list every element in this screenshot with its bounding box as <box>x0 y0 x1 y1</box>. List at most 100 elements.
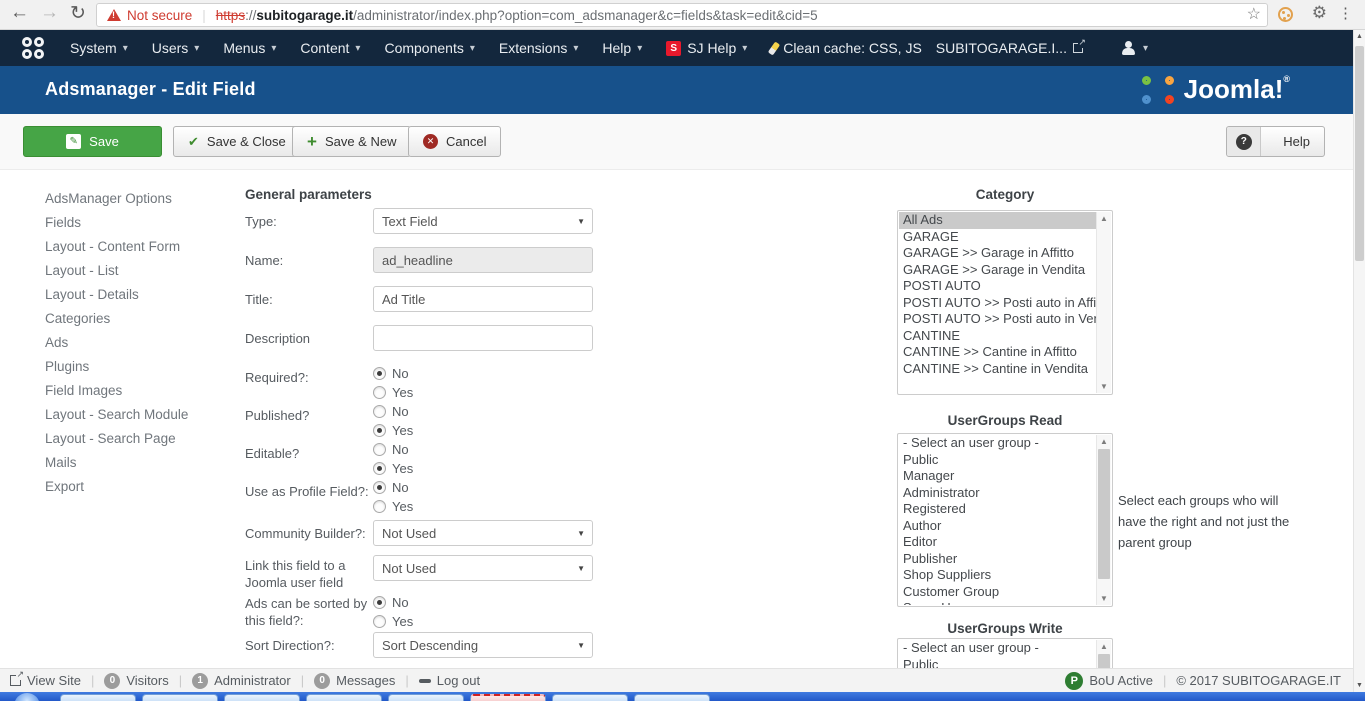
sidebar-item[interactable]: Fields <box>45 211 235 235</box>
type-select[interactable]: Text Field ▼ <box>373 208 593 234</box>
listbox-option[interactable]: - Select an user group - <box>899 435 1096 452</box>
listbox-scrollbar[interactable]: ▲ ▼ <box>1096 212 1111 393</box>
topnav-menu-item[interactable]: Extensions ▾ <box>487 30 591 66</box>
scroll-up-icon[interactable]: ▲ <box>1097 437 1111 446</box>
listbox-option[interactable]: POSTI AUTO >> Posti auto in Affitto <box>899 295 1096 312</box>
cancel-button[interactable]: ✕ Cancel <box>408 126 502 157</box>
view-site-link[interactable]: View Site <box>0 669 91 688</box>
sortable-yes-radio[interactable] <box>373 615 386 628</box>
listbox-option[interactable]: - Select an user group - <box>899 640 1096 657</box>
sidebar-item[interactable]: Field Images <box>45 379 235 403</box>
listbox-option[interactable]: Administrator <box>899 485 1096 502</box>
scroll-up-icon[interactable]: ▲ <box>1097 642 1111 651</box>
scrollbar-thumb[interactable] <box>1355 46 1364 261</box>
taskbar-button[interactable] <box>388 694 464 701</box>
sidebar-item[interactable]: Mails <box>45 451 235 475</box>
listbox-option[interactable]: CANTINE >> Cantine in Affitto <box>899 344 1096 361</box>
site-preview-link[interactable]: SUBITOGARAGE.I... <box>924 30 1095 66</box>
community-builder-select[interactable]: Not Used ▼ <box>373 520 593 546</box>
scrollbar-thumb[interactable] <box>1098 654 1110 668</box>
listbox-option[interactable]: All Ads <box>899 212 1096 229</box>
save-button[interactable]: ✎ Save <box>23 126 162 157</box>
usergroups-read-listbox[interactable]: - Select an user group - Public Manager Adm… <box>897 433 1113 607</box>
save-new-button[interactable]: + Save & New <box>292 126 412 157</box>
topnav-menu-item[interactable]: Users ▾ <box>140 30 212 66</box>
listbox-option[interactable]: GARAGE >> Garage in Affitto <box>899 245 1096 262</box>
required-yes-radio[interactable] <box>373 386 386 399</box>
listbox-option[interactable]: Manager <box>899 468 1096 485</box>
taskbar-button[interactable] <box>306 694 382 701</box>
sidebar-item[interactable]: Layout - List <box>45 259 235 283</box>
listbox-option[interactable]: Author <box>899 518 1096 535</box>
bookmark-star-icon[interactable]: ☆ <box>1247 4 1261 24</box>
back-icon[interactable]: ← <box>10 2 29 24</box>
profile-yes-radio[interactable] <box>373 500 386 513</box>
user-menu[interactable]: ▾ <box>1109 30 1160 66</box>
topnav-menu-item[interactable]: Help ▾ <box>590 30 654 66</box>
listbox-option[interactable]: GARAGE >> Garage in Vendita <box>899 262 1096 279</box>
topnav-menu-item[interactable]: Components ▾ <box>372 30 486 66</box>
sj-help-menu[interactable]: S SJ Help ▾ <box>654 30 759 66</box>
taskbar-button[interactable] <box>634 694 710 701</box>
listbox-option[interactable]: CANTINE <box>899 328 1096 345</box>
sidebar-item[interactable]: Ads <box>45 331 235 355</box>
administrator-status[interactable]: 1 Administrator <box>182 672 301 689</box>
joomla-user-field-select[interactable]: Not Used ▼ <box>373 555 593 581</box>
listbox-option[interactable]: CANTINE >> Cantine in Vendita <box>899 361 1096 378</box>
reload-icon[interactable]: ↻ <box>70 2 86 25</box>
logout-link[interactable]: Log out <box>409 673 490 688</box>
joomla-logo-icon[interactable] <box>22 37 44 59</box>
scroll-down-icon[interactable]: ▼ <box>1354 682 1365 689</box>
browser-menu-icon[interactable]: ⋮ <box>1338 4 1353 22</box>
taskbar-button[interactable] <box>470 694 546 701</box>
page-scrollbar[interactable]: ▲ ▼ <box>1353 30 1365 692</box>
visitors-status[interactable]: 0 Visitors <box>94 672 178 689</box>
sidebar-item[interactable]: AdsManager Options <box>45 187 235 211</box>
listbox-option[interactable]: Shop Suppliers <box>899 567 1096 584</box>
taskbar-button[interactable] <box>60 694 136 701</box>
usergroups-write-listbox[interactable]: - Select an user group - Public ▲ <box>897 638 1113 668</box>
listbox-option[interactable]: Editor <box>899 534 1096 551</box>
sidebar-item[interactable]: Layout - Search Module <box>45 403 235 427</box>
forward-icon[interactable]: → <box>40 2 59 24</box>
title-input[interactable] <box>373 286 593 312</box>
topnav-menu-item[interactable]: System ▾ <box>58 30 140 66</box>
editable-yes-radio[interactable] <box>373 462 386 475</box>
required-no-radio[interactable] <box>373 367 386 380</box>
sort-direction-select[interactable]: Sort Descending ▼ <box>373 632 593 658</box>
cookie-extension-icon[interactable] <box>1278 7 1293 22</box>
gear-extension-icon[interactable]: ⚙ <box>1312 3 1327 23</box>
sidebar-item[interactable]: Categories <box>45 307 235 331</box>
listbox-option[interactable]: GARAGE <box>899 229 1096 246</box>
scroll-down-icon[interactable]: ▼ <box>1097 382 1111 391</box>
sidebar-item[interactable]: Layout - Search Page <box>45 427 235 451</box>
help-button[interactable]: ? Help <box>1226 126 1325 157</box>
clean-cache-button[interactable]: Clean cache: CSS, JS <box>759 30 934 66</box>
description-input[interactable] <box>373 325 593 351</box>
bou-active-status[interactable]: P BoU Active <box>1065 671 1153 690</box>
scroll-up-icon[interactable]: ▲ <box>1354 33 1365 40</box>
sidebar-item[interactable]: Layout - Details <box>45 283 235 307</box>
listbox-option[interactable]: Super Users <box>899 600 1096 605</box>
listbox-option[interactable]: POSTI AUTO <box>899 278 1096 295</box>
profile-no-radio[interactable] <box>373 481 386 494</box>
messages-status[interactable]: 0 Messages <box>304 672 405 689</box>
listbox-scrollbar[interactable]: ▲ ▼ <box>1096 435 1111 605</box>
scrollbar-thumb[interactable] <box>1098 449 1110 579</box>
sidebar-item[interactable]: Plugins <box>45 355 235 379</box>
start-button-icon[interactable] <box>14 693 40 701</box>
listbox-option[interactable]: Registered <box>899 501 1096 518</box>
listbox-scrollbar[interactable]: ▲ <box>1096 640 1111 668</box>
sidebar-item[interactable]: Layout - Content Form <box>45 235 235 259</box>
url-bar[interactable]: Not secure | https://subitogarage.it/adm… <box>96 3 1268 27</box>
taskbar-button[interactable] <box>224 694 300 701</box>
listbox-option[interactable]: Public <box>899 657 1096 669</box>
listbox-option[interactable]: Publisher <box>899 551 1096 568</box>
topnav-menu-item[interactable]: Content ▾ <box>288 30 372 66</box>
scroll-down-icon[interactable]: ▼ <box>1097 594 1111 603</box>
published-yes-radio[interactable] <box>373 424 386 437</box>
taskbar-button[interactable] <box>552 694 628 701</box>
save-close-button[interactable]: ✔ Save & Close <box>173 126 301 157</box>
topnav-menu-item[interactable]: Menus ▾ <box>211 30 288 66</box>
listbox-option[interactable]: Customer Group <box>899 584 1096 601</box>
